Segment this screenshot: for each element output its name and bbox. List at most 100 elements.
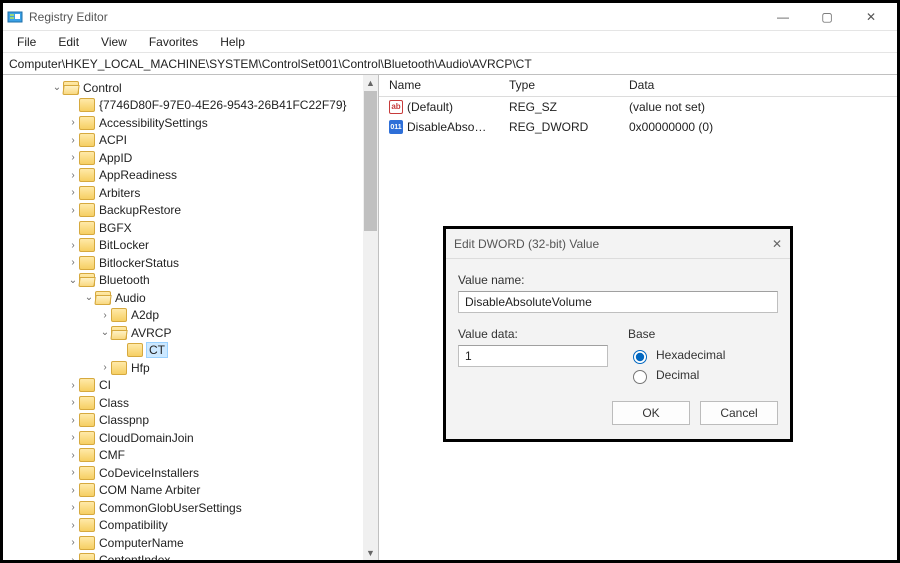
tree-item-label: CT <box>147 343 167 357</box>
tree-item[interactable]: ·{7746D80F-97E0-4E26-9543-26B41FC22F79} <box>3 97 376 115</box>
value-data-field[interactable] <box>458 345 608 367</box>
chevron-right-icon[interactable]: › <box>67 537 79 548</box>
tree-item[interactable]: ›CloudDomainJoin <box>3 429 376 447</box>
tree-item[interactable]: ›BitlockerStatus <box>3 254 376 272</box>
chevron-right-icon[interactable]: › <box>99 362 111 373</box>
registry-tree[interactable]: ⌄Control·{7746D80F-97E0-4E26-9543-26B41F… <box>3 75 378 560</box>
chevron-right-icon[interactable]: › <box>67 257 79 268</box>
tree-item[interactable]: ›AppID <box>3 149 376 167</box>
folder-icon <box>79 221 95 235</box>
tree-item[interactable]: › CoDeviceInstallers <box>3 464 376 482</box>
chevron-right-icon[interactable]: › <box>67 397 79 408</box>
value-data-label: Value data: <box>458 327 608 341</box>
chevron-right-icon[interactable]: › <box>99 310 111 321</box>
folder-icon <box>79 501 95 515</box>
tree-item-label: CommonGlobUserSettings <box>99 501 242 515</box>
menu-file[interactable]: File <box>7 33 46 51</box>
scroll-up-icon[interactable]: ▲ <box>363 75 378 90</box>
chevron-down-icon[interactable]: ⌄ <box>83 292 95 303</box>
tree-item[interactable]: ›Classpnp <box>3 412 376 430</box>
folder-icon <box>111 361 127 375</box>
menu-view[interactable]: View <box>91 33 137 51</box>
chevron-down-icon[interactable]: ⌄ <box>51 82 63 93</box>
tree-item[interactable]: ⌄Control <box>3 79 376 97</box>
col-data[interactable]: Data <box>619 75 897 96</box>
tree-scrollbar[interactable]: ▲ ▼ <box>363 75 378 560</box>
chevron-right-icon[interactable]: › <box>67 415 79 426</box>
chevron-right-icon[interactable]: › <box>67 240 79 251</box>
tree-item[interactable]: ›AppReadiness <box>3 167 376 185</box>
menu-favorites[interactable]: Favorites <box>139 33 208 51</box>
chevron-right-icon[interactable]: › <box>67 555 79 560</box>
minimize-button[interactable]: — <box>761 4 805 30</box>
chevron-right-icon[interactable]: › <box>67 450 79 461</box>
column-headers[interactable]: Name Type Data <box>379 75 897 97</box>
folder-icon <box>79 256 95 270</box>
radio-decimal[interactable]: Decimal <box>628 365 778 385</box>
tree-item[interactable]: ⌄Bluetooth <box>3 272 376 290</box>
value-name-field <box>458 291 778 313</box>
chevron-down-icon[interactable]: ⌄ <box>67 275 79 286</box>
chevron-right-icon[interactable]: › <box>67 187 79 198</box>
chevron-right-icon[interactable]: › <box>67 380 79 391</box>
scroll-down-icon[interactable]: ▼ <box>363 545 378 560</box>
folder-icon <box>79 98 95 112</box>
radio-hex-input[interactable] <box>633 350 647 364</box>
chevron-right-icon[interactable]: › <box>67 432 79 443</box>
radio-hexadecimal[interactable]: Hexadecimal <box>628 345 778 365</box>
dialog-close-button[interactable]: ✕ <box>772 237 782 251</box>
tree-item-label: CoDeviceInstallers <box>99 466 199 480</box>
tree-item[interactable]: ·BGFX <box>3 219 376 237</box>
address-bar[interactable]: Computer\HKEY_LOCAL_MACHINE\SYSTEM\Contr… <box>3 53 897 75</box>
tree-item[interactable]: ›ComputerName <box>3 534 376 552</box>
value-row[interactable]: ab(Default)REG_SZ(value not set) <box>379 97 897 117</box>
tree-item[interactable]: ›CMF <box>3 447 376 465</box>
tree-item[interactable]: ›AccessibilitySettings <box>3 114 376 132</box>
col-type[interactable]: Type <box>499 75 619 96</box>
chevron-right-icon[interactable]: › <box>67 117 79 128</box>
chevron-right-icon[interactable]: › <box>67 170 79 181</box>
menu-edit[interactable]: Edit <box>48 33 89 51</box>
folder-icon <box>79 483 95 497</box>
folder-icon <box>111 308 127 322</box>
value-row[interactable]: 011DisableAbsolute...REG_DWORD0x00000000… <box>379 117 897 137</box>
tree-item[interactable]: ›Class <box>3 394 376 412</box>
chevron-right-icon[interactable]: › <box>67 135 79 146</box>
chevron-right-icon[interactable]: › <box>67 152 79 163</box>
tree-item[interactable]: ›ACPI <box>3 132 376 150</box>
ok-button[interactable]: OK <box>612 401 690 425</box>
tree-item[interactable]: ›BackupRestore <box>3 202 376 220</box>
scroll-thumb[interactable] <box>364 91 377 231</box>
maximize-button[interactable]: ▢ <box>805 4 849 30</box>
chevron-right-icon[interactable]: › <box>67 520 79 531</box>
tree-item[interactable]: › Hfp <box>3 359 376 377</box>
string-value-icon: ab <box>389 100 403 114</box>
folder-icon <box>63 81 79 95</box>
tree-item[interactable]: ⌄Audio <box>3 289 376 307</box>
col-name[interactable]: Name <box>379 75 499 96</box>
chevron-down-icon[interactable]: ⌄ <box>99 327 111 338</box>
tree-item[interactable]: ›CI <box>3 377 376 395</box>
tree-item[interactable]: ›Compatibility <box>3 517 376 535</box>
close-button[interactable]: ✕ <box>849 4 893 30</box>
tree-item[interactable]: › CommonGlobUserSettings <box>3 499 376 517</box>
tree-item[interactable]: ·CT <box>3 342 376 360</box>
cancel-button[interactable]: Cancel <box>700 401 778 425</box>
tree-item[interactable]: ⌄AVRCP <box>3 324 376 342</box>
tree-item[interactable]: ›BitLocker <box>3 237 376 255</box>
tree-item[interactable]: ›A2dp <box>3 307 376 325</box>
chevron-right-icon[interactable]: › <box>67 502 79 513</box>
menu-help[interactable]: Help <box>210 33 255 51</box>
chevron-right-icon[interactable]: › <box>67 467 79 478</box>
tree-item[interactable]: › COM Name Arbiter <box>3 482 376 500</box>
folder-icon <box>79 553 95 560</box>
chevron-right-icon[interactable]: › <box>67 485 79 496</box>
tree-pane: ⌄Control·{7746D80F-97E0-4E26-9543-26B41F… <box>3 75 379 560</box>
chevron-right-icon[interactable]: › <box>67 205 79 216</box>
radio-dec-input[interactable] <box>633 370 647 384</box>
tree-item-label: Hfp <box>131 361 150 375</box>
tree-item[interactable]: ›ContentIndex <box>3 552 376 561</box>
tree-item-label: COM Name Arbiter <box>99 483 200 497</box>
tree-item[interactable]: ›Arbiters <box>3 184 376 202</box>
value-type: REG_DWORD <box>499 120 619 134</box>
